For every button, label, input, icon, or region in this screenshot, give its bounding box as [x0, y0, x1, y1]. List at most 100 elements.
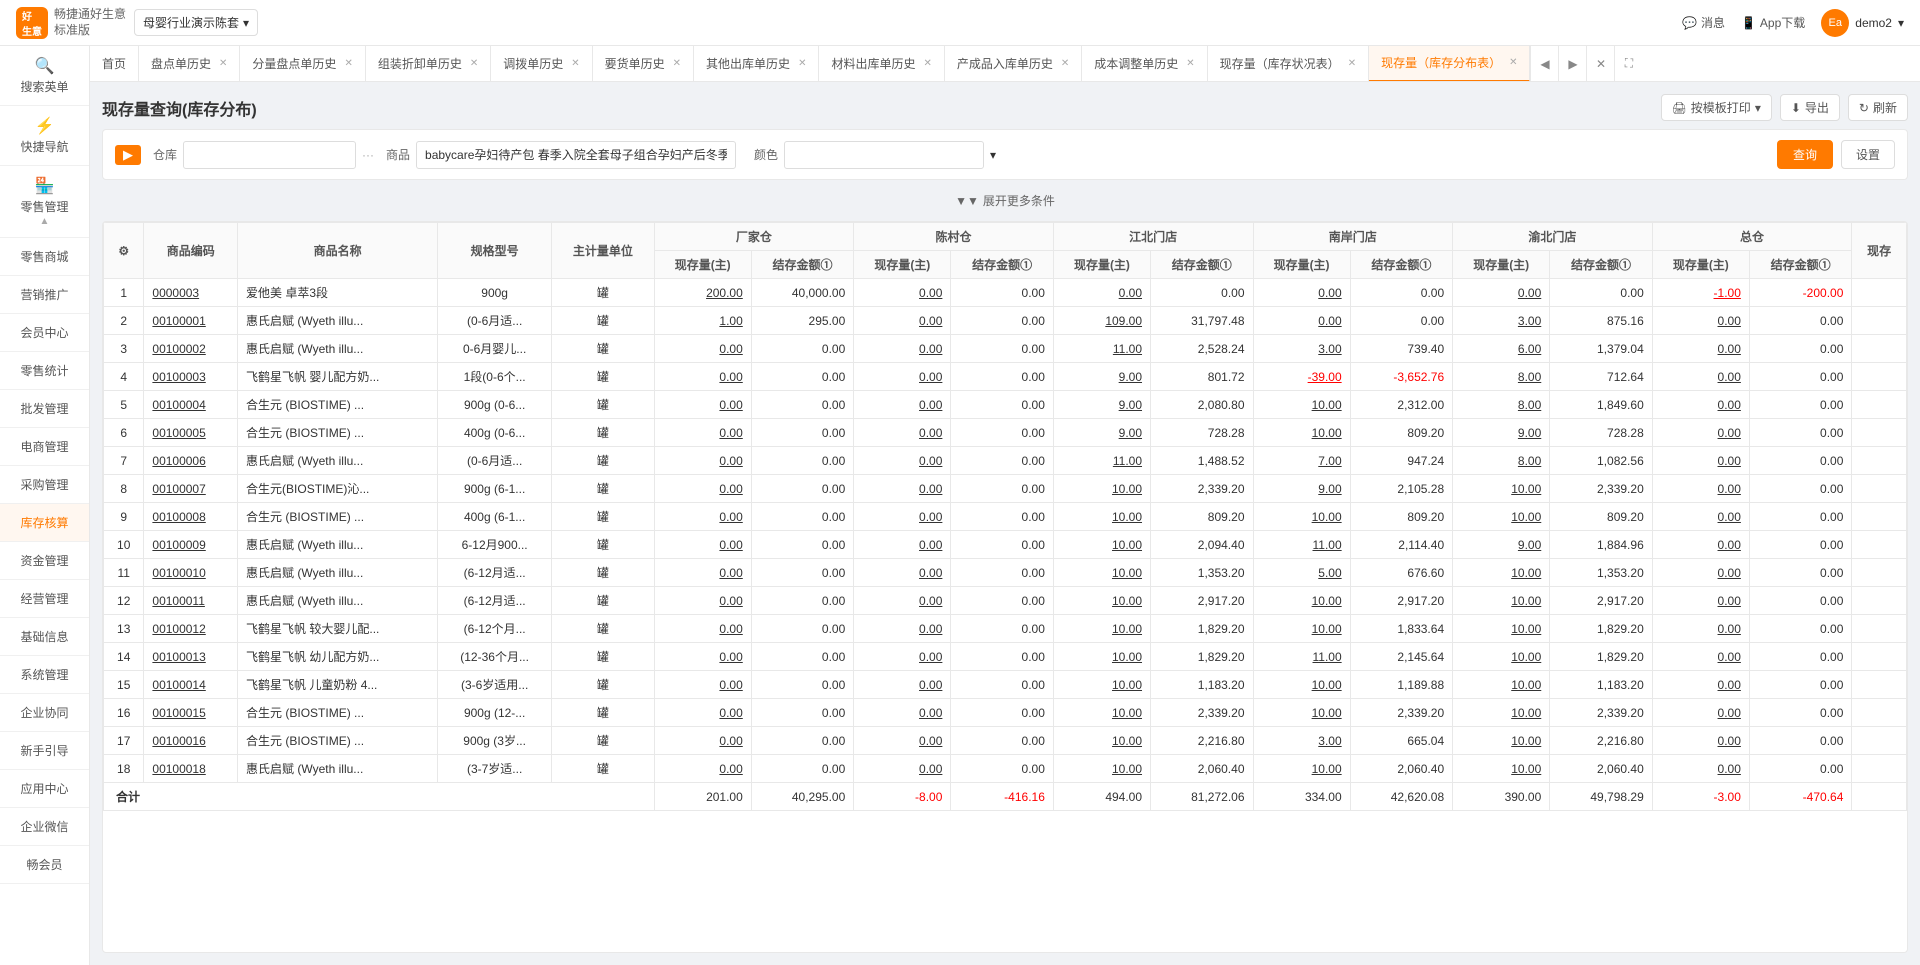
tab-close-assemble[interactable]: ✕	[470, 58, 478, 69]
col-group-factory: 厂家仓	[654, 223, 854, 251]
tab-close-dispatch[interactable]: ✕	[571, 58, 579, 69]
table-row: 900100008合生元 (BIOSTIME) ...400g (6-1...罐…	[104, 503, 1907, 531]
top-bar: 好生意 畅捷通好生意 标准版 母婴行业演示陈套 ▾ 💬 消息 📱 App下载 E…	[0, 0, 1920, 46]
tab-close-other-out[interactable]: ✕	[798, 58, 806, 69]
sidebar-item-quicknav[interactable]: ⚡ 快捷导航	[0, 106, 89, 166]
messages-btn[interactable]: 💬 消息	[1682, 14, 1725, 31]
nav-selector[interactable]: 母婴行业演示陈套 ▾	[134, 9, 258, 36]
table-row: 1000100009惠氏启赋 (Wyeth illu...6-12月900...…	[104, 531, 1907, 559]
table-row: 1300100012飞鹤星飞帆 较大婴儿配...(6-12个月...罐0.000…	[104, 615, 1907, 643]
sidebar-item-system[interactable]: 系统管理	[0, 656, 89, 694]
expand-conditions-btn[interactable]: ▼▼ 展开更多条件	[947, 188, 1063, 213]
tab-stock-dist[interactable]: 现存量（库存分布表） ✕	[1369, 46, 1530, 82]
data-table: ⚙ 商品编码 商品名称 规格型号 主计量单位 厂家仓 陈村仓 江北门店 南岸门店…	[103, 222, 1907, 811]
tab-material-out[interactable]: 材料出库单历史 ✕	[819, 46, 944, 82]
table-row: 1100100010惠氏启赋 (Wyeth illu...(6-12月适...罐…	[104, 559, 1907, 587]
sidebar-item-operations[interactable]: 经营管理	[0, 580, 89, 618]
tab-yf[interactable]: 要货单历史 ✕	[593, 46, 694, 82]
sidebar-item-guide[interactable]: 新手引导	[0, 732, 89, 770]
col-group-yubei: 渝北门店	[1453, 223, 1653, 251]
summary-yubei-amt: 49,798.29	[1550, 783, 1652, 811]
summary-nanan-amt: 42,620.08	[1350, 783, 1452, 811]
search-actions: 查询 设置	[1777, 140, 1895, 169]
tab-close-all-btn[interactable]: ✕	[1586, 46, 1614, 82]
tab-other-out[interactable]: 其他出库单历史 ✕	[694, 46, 819, 82]
sidebar-item-purchase[interactable]: 采购管理	[0, 466, 89, 504]
sidebar-item-stats[interactable]: 零售统计	[0, 352, 89, 390]
chevron-down-icon: ▾	[243, 16, 249, 30]
refresh-icon: ↻	[1859, 101, 1869, 115]
logo-text: 畅捷通好生意 标准版	[54, 7, 126, 38]
summary-jiangbei-amt: 81,272.06	[1151, 783, 1253, 811]
table-row: 400100003飞鹤星飞帆 婴儿配方奶...1段(0-6个...罐0.000.…	[104, 363, 1907, 391]
tab-cost-adj[interactable]: 成本调整单历史 ✕	[1082, 46, 1207, 82]
tab-close-cost-adj[interactable]: ✕	[1186, 58, 1194, 69]
tab-point2[interactable]: 分量盘点单历史 ✕	[240, 46, 365, 82]
tab-close-stock-dist[interactable]: ✕	[1509, 57, 1517, 68]
goods-field: 商品	[386, 141, 742, 169]
search-bar: ▶ 仓库 ··· 商品 颜色 ▾ 查询 设置	[102, 129, 1908, 180]
sidebar-item-base[interactable]: 基础信息	[0, 618, 89, 656]
sidebar-item-shop[interactable]: 零售商城	[0, 238, 89, 276]
sidebar-item-member[interactable]: 会员中心	[0, 314, 89, 352]
content: 现存量查询(库存分布) 🖨 按模板打印 ▾ ⬇ 导出 ↻ 刷新	[90, 82, 1920, 965]
table-row: 700100006惠氏启赋 (Wyeth illu...(0-6月适...罐0.…	[104, 447, 1907, 475]
col-group-total: 总仓	[1652, 223, 1852, 251]
sidebar-item-retail[interactable]: 🏪 零售管理 ▲	[0, 166, 89, 238]
tab-close-material-out[interactable]: ✕	[923, 58, 931, 69]
settings-button[interactable]: 设置	[1841, 140, 1895, 169]
tab-close-product-in[interactable]: ✕	[1061, 58, 1069, 69]
tab-product-in[interactable]: 产成品入库单历史 ✕	[945, 46, 1082, 82]
warehouse-input[interactable]	[183, 141, 356, 169]
tab-prev-btn[interactable]: ◀	[1530, 46, 1558, 82]
tab-close-stock-status[interactable]: ✕	[1348, 58, 1356, 69]
col-code: 商品编码	[144, 223, 238, 279]
col-yubei-amt: 结存金额①	[1550, 251, 1652, 279]
table-row: 300100002惠氏启赋 (Wyeth illu...0-6月婴儿...罐0.…	[104, 335, 1907, 363]
sidebar-item-ecommerce[interactable]: 电商管理	[0, 428, 89, 466]
sidebar-item-apps[interactable]: 应用中心	[0, 770, 89, 808]
tab-next-btn[interactable]: ▶	[1558, 46, 1586, 82]
user-area[interactable]: Ea demo2 ▾	[1821, 9, 1904, 37]
table-wrap[interactable]: ⚙ 商品编码 商品名称 规格型号 主计量单位 厂家仓 陈村仓 江北门店 南岸门店…	[102, 221, 1908, 953]
top-bar-right: 💬 消息 📱 App下载 Ea demo2 ▾	[1682, 9, 1904, 37]
tab-close-yf[interactable]: ✕	[673, 58, 681, 69]
sidebar-item-inventory[interactable]: 库存核算	[0, 504, 89, 542]
tab-assemble[interactable]: 组装折卸单历史 ✕	[366, 46, 491, 82]
warehouse-more-btn[interactable]: ···	[362, 148, 374, 162]
tab-maximize-btn[interactable]: ⛶	[1614, 46, 1642, 82]
app-download-btn[interactable]: 📱 App下载	[1741, 14, 1805, 31]
tab-stock-status[interactable]: 现存量（库存状况表） ✕	[1208, 46, 1369, 82]
sidebar-item-marketing[interactable]: 营销推广	[0, 276, 89, 314]
col-group-nanan: 南岸门店	[1253, 223, 1453, 251]
export-btn[interactable]: ⬇ 导出	[1780, 94, 1840, 121]
summary-total-amt: -470.64	[1749, 783, 1851, 811]
table-row: 500100004合生元 (BIOSTIME) ...900g (0-6...罐…	[104, 391, 1907, 419]
col-gear[interactable]: ⚙	[104, 223, 144, 279]
tab-close-point2[interactable]: ✕	[344, 58, 352, 69]
search-toggle-btn[interactable]: ▶	[115, 145, 141, 165]
top-bar-left: 好生意 畅捷通好生意 标准版 母婴行业演示陈套 ▾	[16, 7, 258, 39]
print-btn[interactable]: 🖨 按模板打印 ▾	[1661, 94, 1772, 121]
tab-home[interactable]: 首页	[90, 46, 139, 82]
table-row: 1200100011惠氏启赋 (Wyeth illu...(6-12月适...罐…	[104, 587, 1907, 615]
sidebar-item-wechat[interactable]: 企业微信	[0, 808, 89, 846]
tab-close-point[interactable]: ✕	[219, 58, 227, 69]
tab-point[interactable]: 盘点单历史 ✕	[139, 46, 240, 82]
sidebar-item-search[interactable]: 🔍 搜索英单	[0, 46, 89, 106]
avatar: Ea	[1821, 9, 1849, 37]
goods-input[interactable]	[416, 141, 736, 169]
download-icon: 📱	[1741, 16, 1756, 30]
warehouse-field: 仓库 ···	[153, 141, 374, 169]
refresh-btn[interactable]: ↻ 刷新	[1848, 94, 1908, 121]
summary-factory-qty: 201.00	[654, 783, 751, 811]
tab-dispatch[interactable]: 调拨单历史 ✕	[491, 46, 592, 82]
color-input[interactable]	[784, 141, 984, 169]
summary-yubei-qty: 390.00	[1453, 783, 1550, 811]
sidebar-item-members[interactable]: 畅会员	[0, 846, 89, 884]
sidebar-item-corp[interactable]: 企业协同	[0, 694, 89, 732]
logo-icon: 好生意	[16, 7, 48, 39]
query-button[interactable]: 查询	[1777, 140, 1833, 169]
sidebar-item-wholesale[interactable]: 批发管理	[0, 390, 89, 428]
sidebar-item-finance[interactable]: 资金管理	[0, 542, 89, 580]
